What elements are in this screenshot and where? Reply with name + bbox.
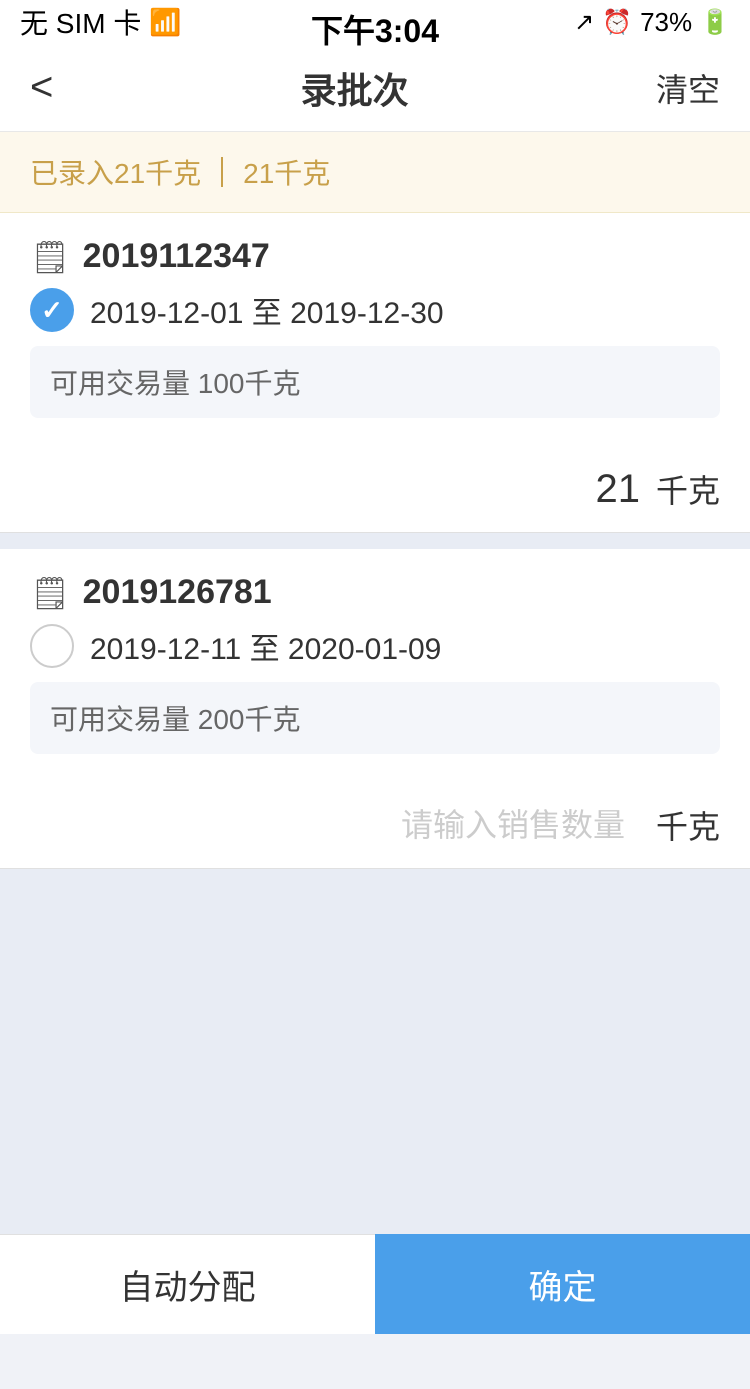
- nav-bar: < 录批次 清空: [0, 44, 750, 132]
- batch-icon-1: 🗒: [30, 238, 71, 276]
- carrier-text: 无 SIM 卡: [20, 2, 141, 42]
- item-id-1: 2019112347: [83, 237, 270, 276]
- radio-unselected-2[interactable]: [30, 624, 74, 668]
- item-header-1: 🗒 2019112347: [30, 237, 720, 276]
- recorded-amount: 已录入21千克: [30, 152, 201, 192]
- item-id-2: 2019126781: [83, 573, 272, 612]
- banner-divider: [221, 157, 223, 187]
- item-date-1: 2019-12-01 至 2019-12-30: [90, 288, 444, 332]
- item-card-1: 🗒 2019112347 ✓ 2019-12-01 至 2019-12-30 可…: [0, 213, 750, 446]
- radio-selected-1[interactable]: ✓: [30, 288, 74, 332]
- clear-button[interactable]: 清空: [656, 65, 720, 111]
- available-box-2: 可用交易量 200千克: [30, 682, 720, 754]
- batch-icon-2: 🗒: [30, 574, 71, 612]
- page-title: 录批次: [301, 62, 409, 114]
- quantity-input-2[interactable]: [30, 807, 640, 844]
- empty-area: [0, 869, 750, 1289]
- quantity-row-1: 21 千克: [0, 446, 750, 533]
- quantity-value-1: 21: [595, 467, 640, 512]
- total-amount: 21千克: [243, 152, 330, 192]
- status-right: ↗ ⏰ 73% 🔋: [574, 7, 730, 38]
- back-button[interactable]: <: [30, 65, 53, 110]
- quantity-input-row-2: 千克: [0, 782, 750, 869]
- info-banner: 已录入21千克 21千克: [0, 132, 750, 213]
- battery-text: 73%: [640, 7, 692, 38]
- location-icon: ↗: [574, 8, 594, 37]
- check-icon-1: ✓: [41, 295, 63, 326]
- section-divider: [0, 533, 750, 549]
- item-date-2: 2019-12-11 至 2020-01-09: [90, 624, 441, 668]
- bottom-bar: 自动分配 确定: [0, 1234, 750, 1334]
- quantity-unit-1: 千克: [656, 466, 720, 512]
- battery-icon: 🔋: [700, 8, 730, 37]
- status-left: 无 SIM 卡 📶: [20, 2, 182, 42]
- alarm-icon: ⏰: [602, 8, 632, 37]
- status-time: 下午3:04: [311, 6, 439, 52]
- item-date-row-2: 2019-12-11 至 2020-01-09: [30, 624, 720, 668]
- wifi-icon: 📶: [149, 7, 181, 38]
- quantity-unit-2: 千克: [656, 802, 720, 848]
- item-card-2: 🗒 2019126781 2019-12-11 至 2020-01-09 可用交…: [0, 549, 750, 782]
- item-date-row-1: ✓ 2019-12-01 至 2019-12-30: [30, 288, 720, 332]
- item-header-2: 🗒 2019126781: [30, 573, 720, 612]
- auto-distribute-button[interactable]: 自动分配: [0, 1234, 375, 1334]
- confirm-button[interactable]: 确定: [375, 1234, 750, 1334]
- available-box-1: 可用交易量 100千克: [30, 346, 720, 418]
- status-bar: 无 SIM 卡 📶 下午3:04 ↗ ⏰ 73% 🔋: [0, 0, 750, 44]
